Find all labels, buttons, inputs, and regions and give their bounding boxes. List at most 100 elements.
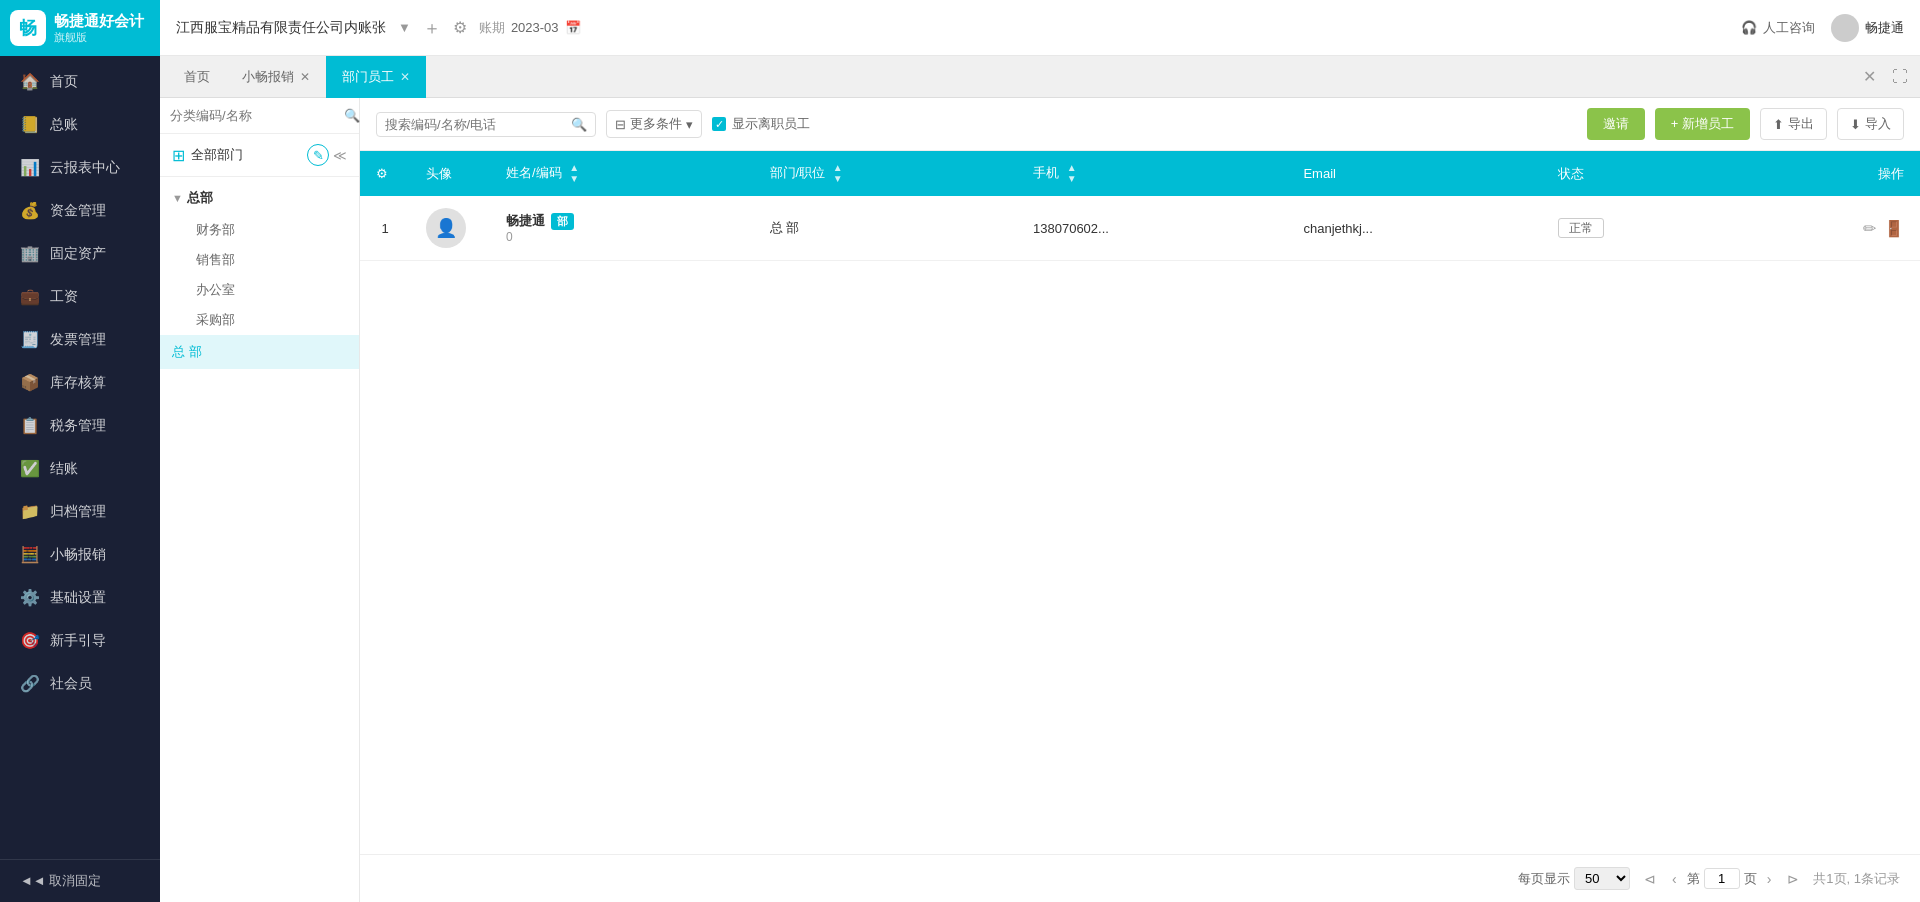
th-settings[interactable]: ⚙ (360, 151, 410, 196)
prev-page-button[interactable]: ‹ (1666, 869, 1683, 889)
collapse-dept-button[interactable]: ≪ (333, 144, 347, 166)
sidebar-item-expense-small[interactable]: 🧮 小畅报销 (0, 533, 160, 576)
sidebar-item-reports[interactable]: 📊 云报表中心 (0, 146, 160, 189)
export-button[interactable]: ⬆ 导出 (1760, 108, 1827, 140)
sidebar-item-label-archive: 归档管理 (50, 503, 106, 521)
headset-icon: 🎧 (1741, 20, 1757, 35)
add-employee-button[interactable]: + 新增员工 (1655, 108, 1750, 140)
cancel-pin-button[interactable]: ◄◄ 取消固定 (20, 872, 140, 890)
th-name-code[interactable]: 姓名/编码 ▲ ▼ (490, 151, 754, 196)
right-toolbar: 🔍 ⊟ 更多条件 ▾ ✓ 显示离职员工 邀请 + 新增员工 (360, 98, 1920, 151)
user-menu[interactable]: 畅捷通 (1831, 14, 1904, 42)
dept-item-purchase[interactable]: 采购部 (184, 305, 359, 335)
app-title: 畅捷通好会计 (54, 12, 144, 30)
dept-header-actions: ✎ ≪ (307, 144, 347, 166)
close-tab-button[interactable]: ✕ (1859, 63, 1880, 90)
employee-code: 0 (506, 230, 738, 244)
row-email: chanjethkj... (1287, 196, 1541, 261)
expand-tab-button[interactable]: ⛶ (1888, 64, 1912, 90)
sort-mobile-icon: ▲ ▼ (1067, 163, 1077, 184)
consult-label: 人工咨询 (1763, 19, 1815, 37)
sidebar-item-payroll[interactable]: 💼 工资 (0, 275, 160, 318)
th-dept-position[interactable]: 部门/职位 ▲ ▼ (754, 151, 1018, 196)
employee-table: ⚙ 头像 姓名/编码 ▲ ▼ 部门/职 (360, 151, 1920, 261)
status-badge: 正常 (1558, 218, 1604, 238)
sidebar-item-all-apps[interactable]: 🔗 社会员 (0, 662, 160, 705)
edit-dept-button[interactable]: ✎ (307, 144, 329, 166)
page-size-select-input[interactable]: 50 100 (1574, 867, 1630, 890)
dept-item-finance[interactable]: 财务部 (184, 215, 359, 245)
sidebar-item-assets-mgmt[interactable]: 💰 资金管理 (0, 189, 160, 232)
expand-arrow: ▼ (172, 192, 183, 204)
calendar-icon[interactable]: 📅 (565, 20, 581, 35)
dept-item-office[interactable]: 办公室 (184, 275, 359, 305)
invite-button[interactable]: 邀请 (1587, 108, 1645, 140)
sidebar-item-label-ledger: 总账 (50, 116, 78, 134)
sidebar-item-guide[interactable]: 🎯 新手引导 (0, 619, 160, 662)
tab-home-label: 首页 (184, 68, 210, 86)
dept-item-sales[interactable]: 销售部 (184, 245, 359, 275)
th-mobile[interactable]: 手机 ▲ ▼ (1017, 151, 1287, 196)
dept-search-input[interactable] (170, 108, 338, 123)
checkout-icon: ✅ (20, 459, 40, 478)
sidebar-item-inventory[interactable]: 📦 库存核算 (0, 361, 160, 404)
th-avatar: 头像 (410, 151, 490, 196)
user-name: 畅捷通 (1865, 19, 1904, 37)
left-panel: 🔍 ⊞ 全部部门 ✎ ≪ ▼ 总部 财务部 (160, 98, 360, 902)
logo-text-area: 畅捷通好会计 旗舰版 (54, 12, 144, 45)
add-account-button[interactable]: ＋ (423, 16, 441, 40)
more-conditions-button[interactable]: ⊟ 更多条件 ▾ (606, 110, 702, 138)
expense-small-icon: 🧮 (20, 545, 40, 564)
settings-button[interactable]: ⚙ (453, 18, 467, 37)
import-button[interactable]: ⬇ 导入 (1837, 108, 1904, 140)
tab-department-close[interactable]: ✕ (400, 70, 410, 84)
sidebar-item-checkout[interactable]: ✅ 结账 (0, 447, 160, 490)
sidebar-item-label-fixed: 固定资产 (50, 245, 106, 263)
assets-icon: 💰 (20, 201, 40, 220)
avatar-placeholder-icon: 👤 (435, 217, 457, 239)
search-icon[interactable]: 🔍 (571, 117, 587, 132)
sidebar-item-fixed-assets[interactable]: 🏢 固定资产 (0, 232, 160, 275)
page-number-input[interactable] (1704, 868, 1740, 889)
sidebar-item-tax[interactable]: 📋 税务管理 (0, 404, 160, 447)
tab-expense-close[interactable]: ✕ (300, 70, 310, 84)
all-dept-header[interactable]: ⊞ 全部部门 ✎ ≪ (160, 134, 359, 177)
delete-employee-button[interactable]: 🚪 (1884, 219, 1904, 238)
sidebar-item-label-invoice: 发票管理 (50, 331, 106, 349)
import-icon: ⬇ (1850, 117, 1861, 132)
sidebar-item-label-home: 首页 (50, 73, 78, 91)
next-page-button[interactable]: › (1761, 869, 1778, 889)
all-apps-icon: 🔗 (20, 674, 40, 693)
tab-home[interactable]: 首页 (168, 56, 226, 98)
sidebar-item-home[interactable]: 🏠 首页 (0, 60, 160, 103)
show-resigned-toggle[interactable]: ✓ 显示离职员工 (712, 115, 810, 133)
edit-employee-button[interactable]: ✏ (1863, 219, 1876, 238)
page-size-selector: 每页显示 50 100 (1518, 867, 1630, 890)
th-actions: 操作 (1737, 151, 1920, 196)
first-page-button[interactable]: ⊲ (1638, 869, 1662, 889)
all-dept-label: 全部部门 (191, 146, 243, 164)
settings-icon: ⚙️ (20, 588, 40, 607)
employee-search-input[interactable] (385, 117, 565, 132)
sidebar-item-archive[interactable]: 📁 归档管理 (0, 490, 160, 533)
tab-department[interactable]: 部门员工 ✕ (326, 56, 426, 98)
sidebar-item-label-settings: 基础设置 (50, 589, 106, 607)
user-avatar (1831, 14, 1859, 42)
sidebar-item-label-all-apps: 社会员 (50, 675, 92, 693)
human-consult-button[interactable]: 🎧 人工咨询 (1741, 19, 1815, 37)
last-page-button[interactable]: ⊳ (1781, 869, 1805, 889)
dept-search-icon[interactable]: 🔍 (344, 108, 360, 123)
sort-name-icon: ▲ ▼ (569, 163, 579, 184)
fixed-assets-icon: 🏢 (20, 244, 40, 263)
app-subtitle: 旗舰版 (54, 30, 144, 45)
employee-name-text: 畅捷通 (506, 212, 545, 230)
sidebar-item-ledger[interactable]: 📒 总账 (0, 103, 160, 146)
tab-expense[interactable]: 小畅报销 ✕ (226, 56, 326, 98)
page-label-suffix: 页 (1744, 870, 1757, 888)
company-dropdown-arrow[interactable]: ▼ (398, 20, 411, 35)
sidebar-item-basic-settings[interactable]: ⚙️ 基础设置 (0, 576, 160, 619)
show-resigned-checkbox[interactable]: ✓ (712, 117, 726, 131)
dept-item-general[interactable]: 总 部 (160, 335, 359, 369)
dept-root[interactable]: ▼ 总部 (160, 181, 359, 215)
sidebar-item-invoice[interactable]: 🧾 发票管理 (0, 318, 160, 361)
